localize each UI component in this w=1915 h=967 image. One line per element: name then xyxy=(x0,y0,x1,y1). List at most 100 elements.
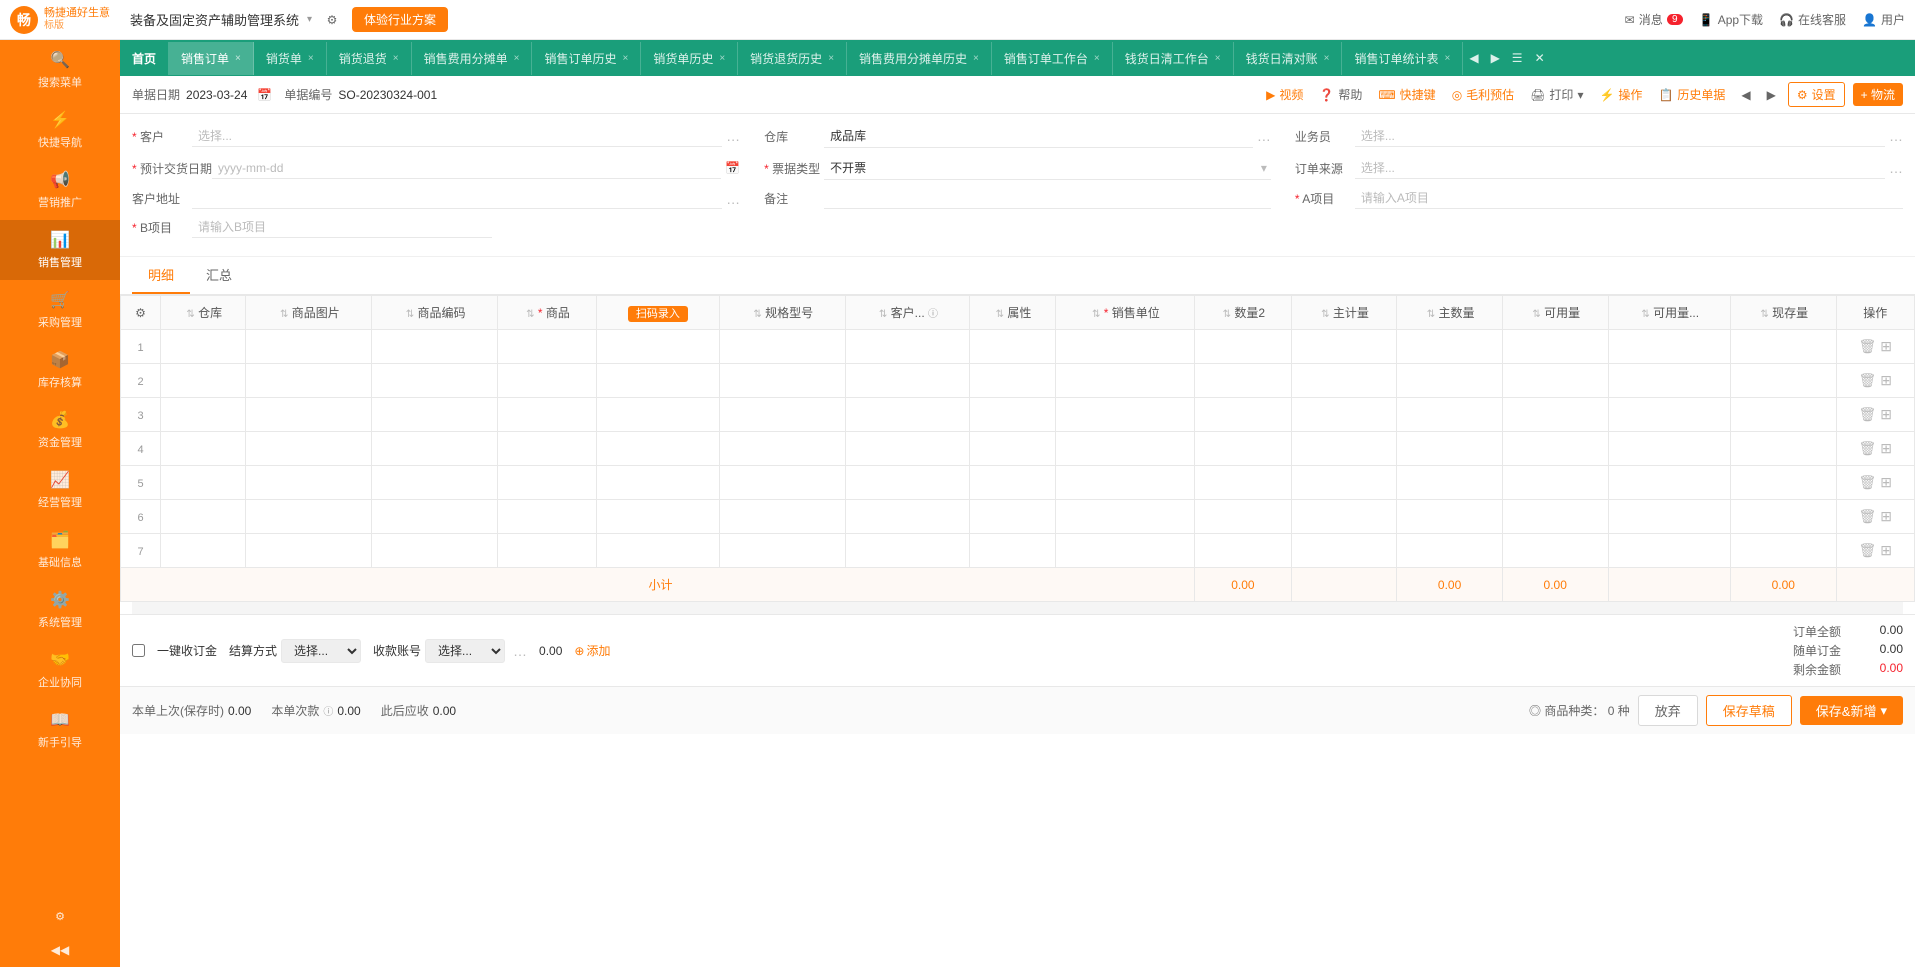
delete-icon[interactable]: 🗑 xyxy=(1859,440,1877,457)
customer-expand-icon[interactable]: … xyxy=(726,128,740,144)
tab-order-workbench[interactable]: 销售订单工作台 × xyxy=(992,42,1113,75)
sidebar-item-guide[interactable]: 📖 新手引导 xyxy=(0,700,120,760)
delete-icon[interactable]: 🗑 xyxy=(1859,406,1877,423)
sidebar-item-marketing[interactable]: 📢 营销推广 xyxy=(0,160,120,220)
tab-close-icon-9[interactable]: × xyxy=(1094,53,1100,64)
tab-close-icon-8[interactable]: × xyxy=(973,53,979,64)
operation-button[interactable]: ⚡ 操作 xyxy=(1595,84,1646,105)
copy-icon[interactable]: ⊞ xyxy=(1880,372,1892,389)
address-input[interactable] xyxy=(192,188,722,209)
sidebar-gear-button[interactable]: ⚙ xyxy=(0,900,120,933)
discard-button[interactable]: 放弃 xyxy=(1638,695,1698,726)
sidebar-item-inventory[interactable]: 📦 库存核算 xyxy=(0,340,120,400)
copy-icon[interactable]: ⊞ xyxy=(1880,338,1892,355)
tab-close-icon-10[interactable]: × xyxy=(1215,53,1221,64)
add-payment-button[interactable]: ⊕ 添加 xyxy=(574,642,610,659)
tab-expense-alloc[interactable]: 销售费用分摊单 × xyxy=(412,42,533,75)
warehouse-expand-icon[interactable]: … xyxy=(1257,128,1271,144)
row-actions[interactable]: 🗑⊞ xyxy=(1843,542,1908,559)
tab-close-icon-5[interactable]: × xyxy=(622,53,628,64)
history-button[interactable]: 📋 历史单据 xyxy=(1654,84,1729,105)
settle-method-select[interactable]: 选择... xyxy=(281,639,361,663)
tab-prev-button[interactable]: ◀ xyxy=(1463,43,1484,73)
calendar-icon[interactable]: 📅 xyxy=(257,88,272,102)
user-menu-button[interactable]: 👤 用户 xyxy=(1862,11,1905,28)
sidebar-item-system[interactable]: ⚙️ 系统管理 xyxy=(0,580,120,640)
staff-expand-icon[interactable]: … xyxy=(1889,128,1903,144)
delivery-calendar-icon[interactable]: 📅 xyxy=(725,161,740,175)
app-settings-icon[interactable]: ⚙ xyxy=(320,8,344,32)
tab-invoice-history[interactable]: 销货单历史 × xyxy=(641,42,738,75)
scan-button[interactable]: 扫码录入 xyxy=(628,306,688,322)
tab-sales-invoice[interactable]: 销货单 × xyxy=(254,42,327,75)
address-expand-icon[interactable]: … xyxy=(726,191,740,207)
online-service-button[interactable]: 🎧 在线客服 xyxy=(1779,11,1846,28)
tab-cash-reconcile[interactable]: 钱货日清对账 × xyxy=(1234,42,1343,75)
tab-close-all-button[interactable]: ✕ xyxy=(1529,43,1551,73)
staff-input[interactable] xyxy=(1355,126,1885,147)
sidebar-item-nav[interactable]: ⚡ 快捷导航 xyxy=(0,100,120,160)
auto-settle-checkbox[interactable] xyxy=(132,644,145,657)
help-button[interactable]: ❓ 帮助 xyxy=(1315,84,1366,105)
row-actions[interactable]: 🗑⊞ xyxy=(1843,440,1908,457)
tab-next-button[interactable]: ▶ xyxy=(1485,43,1506,73)
view-button[interactable]: ▶ 视频 xyxy=(1262,84,1307,105)
order-source-expand-icon[interactable]: … xyxy=(1889,160,1903,176)
delete-icon[interactable]: 🗑 xyxy=(1859,338,1877,355)
copy-icon[interactable]: ⊞ xyxy=(1880,474,1892,491)
row-actions[interactable]: 🗑⊞ xyxy=(1843,406,1908,423)
gear-th-icon[interactable]: ⚙ xyxy=(135,306,146,320)
horizontal-scrollbar[interactable] xyxy=(132,602,1903,614)
delivery-input[interactable] xyxy=(212,158,721,179)
th-gear[interactable]: ⚙ xyxy=(121,296,161,330)
sidebar-item-enterprise[interactable]: 🤝 企业协同 xyxy=(0,640,120,700)
copy-icon[interactable]: ⊞ xyxy=(1880,406,1892,423)
delete-icon[interactable]: 🗑 xyxy=(1859,474,1877,491)
save-draft-button[interactable]: 保存草稿 xyxy=(1706,695,1792,726)
row-actions[interactable]: 🗑⊞ xyxy=(1843,372,1908,389)
account-expand-icon[interactable]: … xyxy=(513,643,527,659)
aproject-input[interactable] xyxy=(1355,188,1903,209)
sidebar-item-basicinfo[interactable]: 🗂️ 基础信息 xyxy=(0,520,120,580)
tab-close-icon[interactable]: × xyxy=(235,53,241,64)
row-actions[interactable]: 🗑⊞ xyxy=(1843,338,1908,355)
tab-close-icon-6[interactable]: × xyxy=(719,53,725,64)
account-select[interactable]: 选择... xyxy=(425,639,505,663)
row-actions[interactable]: 🗑⊞ xyxy=(1843,508,1908,525)
shortcut-button[interactable]: ⌨ 快捷键 xyxy=(1374,84,1439,105)
app-download-button[interactable]: 📱 App下载 xyxy=(1699,11,1763,28)
tab-sales-return[interactable]: 销货退货 × xyxy=(327,42,412,75)
bproject-input[interactable] xyxy=(192,217,492,238)
order-source-input[interactable] xyxy=(1355,158,1885,179)
industry-button[interactable]: 体验行业方案 xyxy=(352,7,448,32)
tab-summary[interactable]: 汇总 xyxy=(190,257,248,294)
tab-close-icon-4[interactable]: × xyxy=(514,53,520,64)
copy-icon[interactable]: ⊞ xyxy=(1880,508,1892,525)
profit-button[interactable]: ◎ 毛利预估 xyxy=(1448,84,1519,105)
copy-icon[interactable]: ⊞ xyxy=(1880,440,1892,457)
app-title-arrow-icon[interactable]: ▾ xyxy=(307,14,312,25)
copy-icon[interactable]: ⊞ xyxy=(1880,542,1892,559)
tab-close-icon-7[interactable]: × xyxy=(828,53,834,64)
tab-close-icon-2[interactable]: × xyxy=(308,53,314,64)
nav-next-button[interactable]: ▶ xyxy=(1763,86,1780,104)
message-button[interactable]: ✉ 消息 9 xyxy=(1625,11,1683,28)
tab-close-icon-11[interactable]: × xyxy=(1324,53,1330,64)
tab-sales-order[interactable]: 销售订单 × xyxy=(169,42,254,75)
tab-order-history[interactable]: 销售订单历史 × xyxy=(532,42,641,75)
tab-home[interactable]: 首页 xyxy=(120,42,169,75)
settings-button[interactable]: ⚙ 设置 xyxy=(1788,82,1845,107)
tab-cash-workbench[interactable]: 钱货日清工作台 × xyxy=(1113,42,1234,75)
tab-close-icon-12[interactable]: × xyxy=(1444,53,1450,64)
tab-close-icon-3[interactable]: × xyxy=(393,53,399,64)
sidebar-item-finance[interactable]: 💰 资金管理 xyxy=(0,400,120,460)
sidebar-item-purchase[interactable]: 🛒 采购管理 xyxy=(0,280,120,340)
sidebar-item-operations[interactable]: 📈 经营管理 xyxy=(0,460,120,520)
tab-sales-report[interactable]: 销售订单统计表 × xyxy=(1342,42,1463,75)
sidebar-collapse-button[interactable]: ◀◀ xyxy=(0,933,120,967)
sidebar-item-sales[interactable]: 📊 销售管理 xyxy=(0,220,120,280)
sidebar-item-search[interactable]: 🔍 搜索菜单 xyxy=(0,40,120,100)
print-button[interactable]: 🖨 打印 ▾ xyxy=(1526,84,1587,105)
tab-menu-button[interactable]: ☰ xyxy=(1506,43,1529,73)
customer-input[interactable] xyxy=(192,126,722,147)
